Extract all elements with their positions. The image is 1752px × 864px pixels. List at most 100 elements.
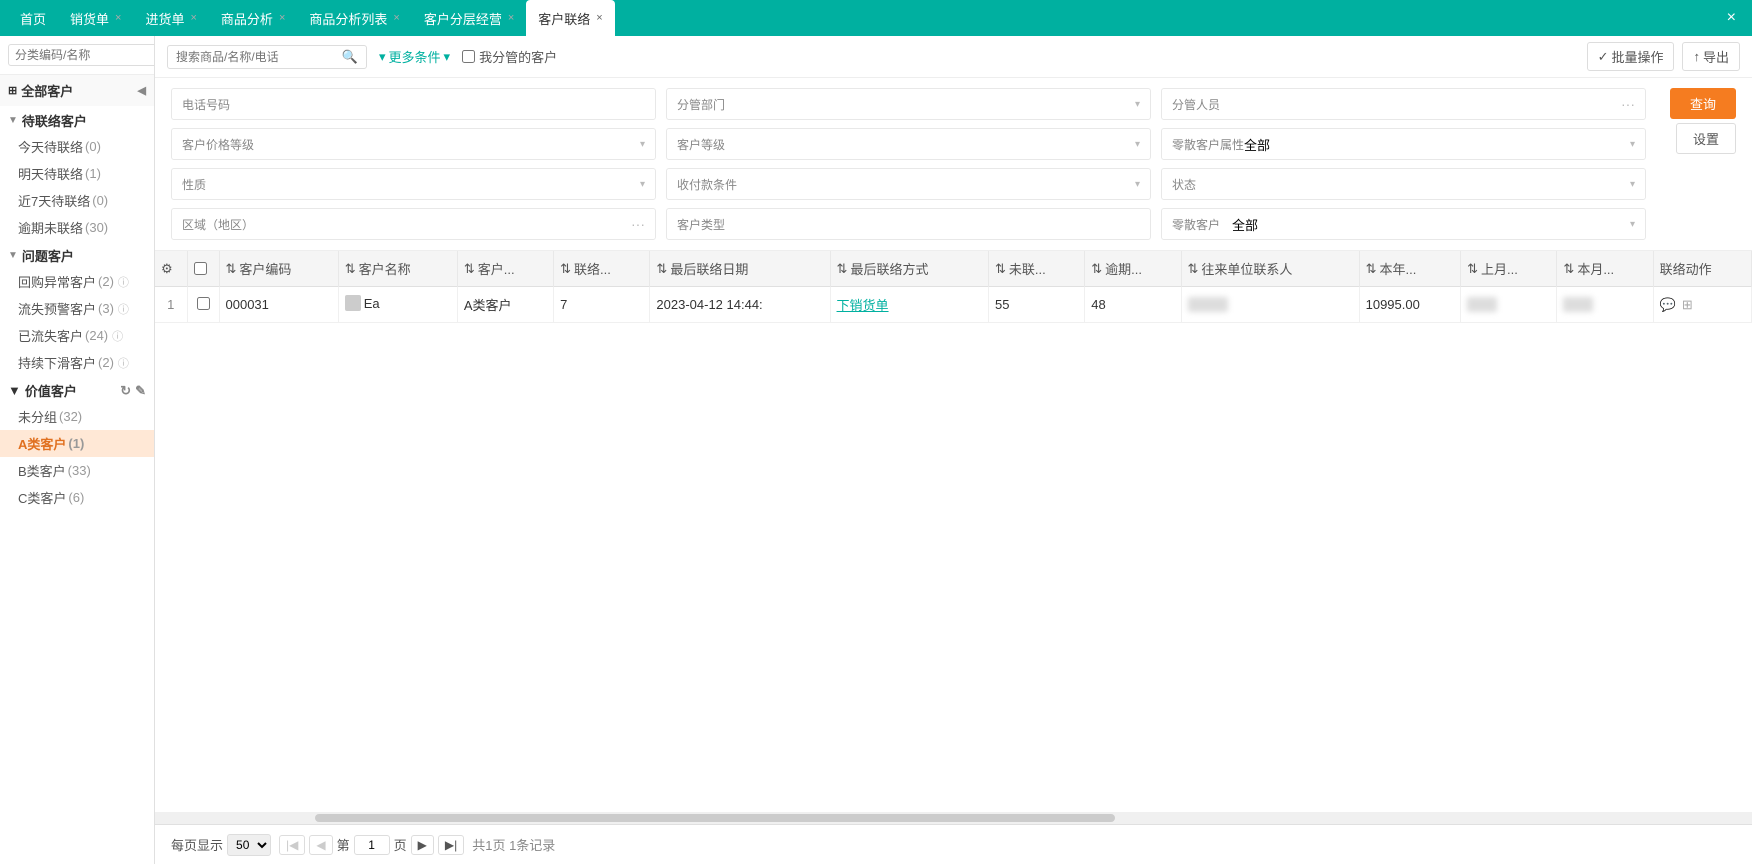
main-search-input[interactable]: [176, 50, 342, 64]
sort-icon: ⇅: [1366, 261, 1377, 277]
th-last-contact-date: ⇅ 最后联络日期: [650, 251, 830, 287]
row-checkbox[interactable]: [197, 297, 210, 310]
filter-bar: 🔍 ▾ 更多条件 ▾ 我分管的客户 ✓ 批量操作 ↑ 导出: [155, 36, 1752, 78]
row-this-year: 10995.00: [1359, 287, 1461, 323]
qr-icon[interactable]: ⊞: [1682, 297, 1693, 313]
declining-info-icon: ⓘ: [118, 355, 129, 371]
last-page-button[interactable]: ▶|: [438, 835, 464, 855]
sort-icon: ⇅: [995, 261, 1006, 277]
batch-check-icon: ✓: [1598, 49, 1609, 65]
my-customers-filter: 我分管的客户: [462, 47, 557, 66]
page-number-input[interactable]: [354, 835, 390, 855]
content-area: 🔍 ▾ 更多条件 ▾ 我分管的客户 ✓ 批量操作 ↑ 导出: [155, 36, 1752, 864]
row-overdue: 48: [1085, 287, 1181, 323]
customer-avatar: [345, 295, 361, 311]
gear-icon[interactable]: ⚙: [161, 261, 173, 277]
region-field: 区域（地区） ···: [171, 208, 656, 240]
window-close-button[interactable]: ×: [1719, 9, 1744, 27]
more-conditions-btn[interactable]: ▾ 更多条件 ▾: [379, 47, 450, 66]
nav-customer-contact[interactable]: 客户联络 ×: [526, 0, 614, 36]
nav-sales[interactable]: 销货单 ×: [58, 0, 133, 36]
settings-button[interactable]: 设置: [1676, 123, 1736, 154]
close-product-analysis-icon[interactable]: ×: [279, 12, 285, 24]
sidebar-7days-pending[interactable]: 近7天待联络 (0): [0, 187, 154, 214]
sidebar-value-group[interactable]: ▼ 价值客户 ↻ ✎: [0, 376, 154, 403]
sidebar-ungrouped[interactable]: 未分组 (32): [0, 403, 154, 430]
my-customers-checkbox[interactable]: [462, 50, 475, 63]
sidebar-tomorrow-pending[interactable]: 明天待联络 (1): [0, 160, 154, 187]
row-checkbox-cell: [187, 287, 219, 323]
person-more-icon[interactable]: ···: [1621, 96, 1635, 112]
sidebar-churned[interactable]: 已流失客户 (24) ⓘ: [0, 322, 154, 349]
close-purchase-icon[interactable]: ×: [190, 12, 196, 24]
sort-icon: ⇅: [560, 261, 571, 277]
select-all-checkbox[interactable]: [194, 262, 207, 275]
row-last-contact-date: 2023-04-12 14:44:: [650, 287, 830, 323]
sort-icon: ⇅: [226, 261, 237, 277]
region-more-icon[interactable]: ···: [631, 216, 645, 232]
export-button[interactable]: ↑ 导出: [1682, 42, 1740, 71]
sidebar-search-input[interactable]: [8, 44, 155, 66]
last-contact-method-link[interactable]: 下销货单: [837, 298, 889, 313]
close-customer-contact-icon[interactable]: ×: [596, 12, 602, 24]
query-btn-area: 查询 设置: [1656, 88, 1736, 240]
problem-triangle-icon: ▼: [8, 250, 18, 261]
row-contact-person: RE .: [1181, 287, 1359, 323]
main-search-icon[interactable]: 🔍: [342, 49, 358, 65]
close-product-list-icon[interactable]: ×: [393, 12, 399, 24]
query-button[interactable]: 查询: [1670, 88, 1736, 119]
batch-op-button[interactable]: ✓ 批量操作: [1587, 42, 1675, 71]
sidebar-c-class[interactable]: C类客户 (6): [0, 484, 154, 511]
action-buttons: ✓ 批量操作 ↑ 导出: [1587, 42, 1740, 71]
advanced-filter: 电话号码 分管部门 ▾ 分管人员 ···: [155, 78, 1752, 251]
first-page-button[interactable]: |◀: [279, 835, 305, 855]
bottom-bar: 每页显示 50 |◀ ◀ 第 页 ▶ ▶| 共1页 1条记录: [155, 824, 1752, 864]
per-page-select[interactable]: 50: [227, 834, 271, 856]
chat-icon[interactable]: 💬: [1660, 297, 1676, 313]
close-customer-tier-icon[interactable]: ×: [508, 12, 514, 24]
sidebar-all-customers[interactable]: ⊞ 全部客户 ◀: [0, 75, 154, 106]
sidebar-declining[interactable]: 持续下滑客户 (2) ⓘ: [0, 349, 154, 376]
nav-customer-tier[interactable]: 客户分层经营 ×: [412, 0, 526, 36]
th-not-contacted: ⇅ 未联...: [988, 251, 1084, 287]
table-header: ⚙ ⇅ 客户编码: [155, 251, 1752, 287]
refresh-icon[interactable]: ↻: [120, 383, 131, 399]
customer-type-field: 客户类型: [666, 208, 1151, 240]
close-sales-icon[interactable]: ×: [115, 12, 121, 24]
sidebar-today-pending[interactable]: 今天待联络 (0): [0, 133, 154, 160]
prev-page-button[interactable]: ◀: [309, 835, 332, 855]
th-last-month: ⇅ 上月...: [1461, 251, 1557, 287]
content-main: ⚙ ⇅ 客户编码: [155, 251, 1752, 864]
value-triangle-icon: ▼: [8, 383, 21, 398]
sidebar-collapse-icon[interactable]: ◀: [138, 84, 146, 97]
sidebar-problem-group[interactable]: ▼ 问题客户: [0, 241, 154, 268]
next-page-button[interactable]: ▶: [411, 835, 434, 855]
nav-product-list[interactable]: 商品分析列表 ×: [297, 0, 411, 36]
table-row: 1 000031 Ea A类客户: [155, 287, 1752, 323]
per-page-selector: 每页显示 50: [171, 834, 271, 856]
edit-icon[interactable]: ✎: [135, 383, 146, 399]
horizontal-scrollbar[interactable]: [155, 812, 1752, 824]
grid-icon: ⊞: [8, 84, 17, 97]
nav-product-analysis[interactable]: 商品分析 ×: [209, 0, 297, 36]
sidebar-pending-group[interactable]: ▼ 待联络客户: [0, 106, 154, 133]
price-level-field: 客户价格等级 ▾: [171, 128, 656, 160]
table-container: ⚙ ⇅ 客户编码: [155, 251, 1752, 812]
filter-row-2: 客户价格等级 ▾ 客户等级 ▾ 零散客户属性 全部 ▾: [171, 128, 1646, 160]
customer-level-dropdown-icon: ▾: [1135, 139, 1140, 150]
scrollbar-thumb[interactable]: [315, 814, 1115, 822]
th-last-contact-method: ⇅ 最后联络方式: [830, 251, 988, 287]
sidebar-repurchase-abnormal[interactable]: 回购异常客户 (2) ⓘ: [0, 268, 154, 295]
nav-home[interactable]: 首页: [8, 0, 58, 36]
sidebar-a-class[interactable]: A类客户 (1): [0, 430, 154, 457]
th-customer-type: ⇅ 客户...: [457, 251, 553, 287]
pending-triangle-icon: ▼: [8, 115, 18, 126]
row-name: Ea: [338, 287, 457, 323]
sort-icon: ⇅: [1563, 261, 1574, 277]
sidebar-overdue-pending[interactable]: 逾期未联络 (30): [0, 214, 154, 241]
nav-purchase[interactable]: 进货单 ×: [133, 0, 208, 36]
sidebar-b-class[interactable]: B类客户 (33): [0, 457, 154, 484]
filter-row-3: 性质 ▾ 收付款条件 ▾ 状态 ▾: [171, 168, 1646, 200]
status-dropdown-icon: ▾: [1630, 179, 1635, 190]
sidebar-churn-warning[interactable]: 流失预警客户 (3) ⓘ: [0, 295, 154, 322]
